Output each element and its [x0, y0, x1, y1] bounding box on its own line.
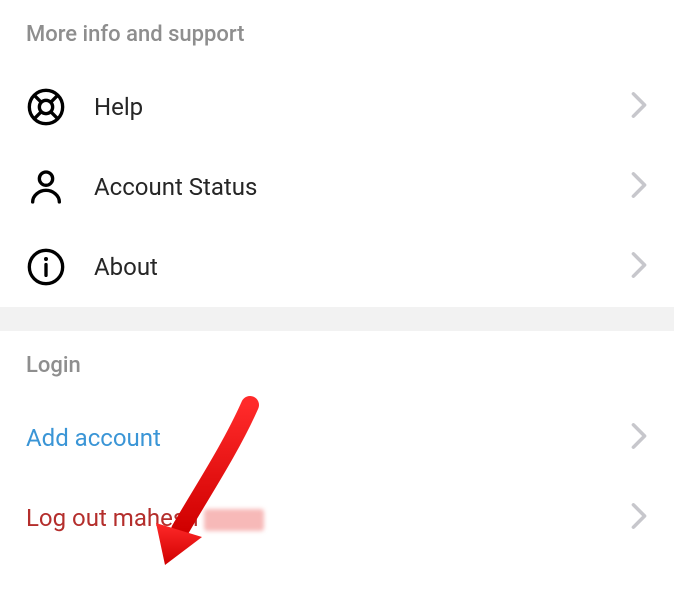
chevron-right-icon: [630, 422, 648, 454]
redacted-username-suffix: [204, 509, 264, 531]
chevron-right-icon: [630, 91, 648, 123]
list-item-label: Account Status: [94, 173, 630, 201]
list-item-add-account[interactable]: Add account: [0, 398, 674, 478]
list-item-label: Help: [94, 93, 630, 121]
info-icon: [26, 247, 66, 287]
section-divider: [0, 307, 674, 331]
chevron-right-icon: [630, 171, 648, 203]
list-item-label: Add account: [26, 424, 630, 452]
list-item-log-out[interactable]: Log out mahesh: [0, 478, 674, 558]
list-item-help[interactable]: Help: [0, 67, 674, 147]
list-item-label: Log out mahesh: [26, 504, 630, 532]
chevron-right-icon: [630, 502, 648, 534]
person-icon: [26, 167, 66, 207]
list-item-account-status[interactable]: Account Status: [0, 147, 674, 227]
chevron-right-icon: [630, 251, 648, 283]
section-header-support: More info and support: [0, 0, 674, 67]
section-header-login: Login: [0, 331, 674, 398]
list-item-label: About: [94, 253, 630, 281]
list-item-about[interactable]: About: [0, 227, 674, 307]
lifebuoy-icon: [26, 87, 66, 127]
